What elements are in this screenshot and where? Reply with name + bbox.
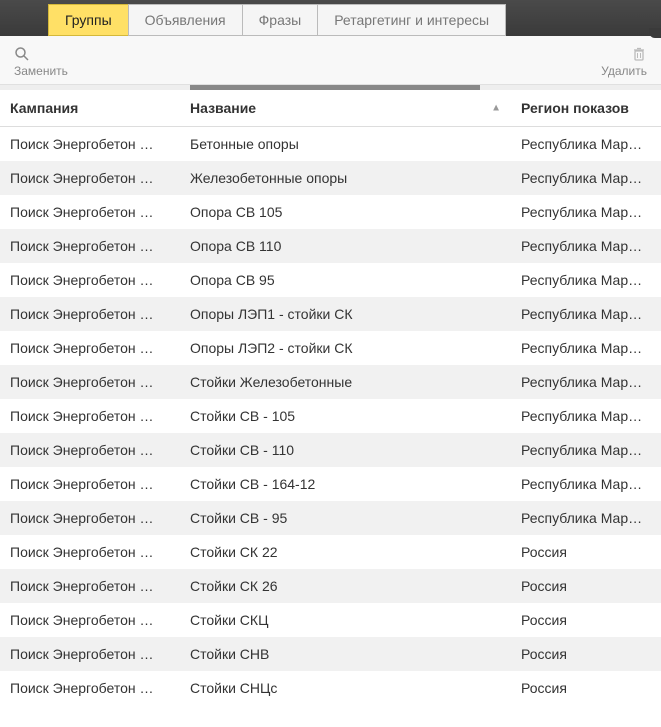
search-replace-label: Заменить [14,64,68,78]
column-header-name[interactable]: Название ▲ [180,90,511,127]
delete-label: Удалить [601,64,647,78]
tab-groups[interactable]: Группы [48,4,129,36]
toolbar: Заменить Удалить [0,36,661,85]
cell-campaign: Поиск Энергобетон … [0,467,180,501]
cell-region: Республика Мар… [511,501,661,535]
table-row[interactable]: Поиск Энергобетон …Стойки СНВРоссия [0,637,661,671]
search-replace-button[interactable]: Заменить [14,46,68,78]
cell-region: Россия [511,603,661,637]
cell-name: Стойки СВ - 105 [180,399,511,433]
cell-campaign: Поиск Энергобетон … [0,195,180,229]
cell-name: Стойки СК 26 [180,569,511,603]
table-row[interactable]: Поиск Энергобетон …Бетонные опорыРеспубл… [0,127,661,162]
cell-campaign: Поиск Энергобетон … [0,161,180,195]
column-header-name-label: Название [190,100,256,116]
cell-region: Россия [511,671,661,705]
overhang-decor [649,28,661,38]
cell-region: Республика Мар… [511,195,661,229]
cell-campaign: Поиск Энергобетон … [0,365,180,399]
cell-name: Опоры ЛЭП1 - стойки СК [180,297,511,331]
table-row[interactable]: Поиск Энергобетон …Стойки СВ - 164-12Рес… [0,467,661,501]
search-icon [14,46,30,62]
cell-region: Республика Мар… [511,365,661,399]
data-table: Кампания Название ▲ Регион показов Поиск… [0,90,661,705]
table-body: Поиск Энергобетон …Бетонные опорыРеспубл… [0,127,661,706]
cell-name: Стойки Железобетонные [180,365,511,399]
cell-region: Республика Мар… [511,467,661,501]
cell-region: Республика Мар… [511,331,661,365]
cell-campaign: Поиск Энергобетон … [0,229,180,263]
cell-name: Стойки СК 22 [180,535,511,569]
cell-campaign: Поиск Энергобетон … [0,297,180,331]
cell-name: Опора СВ 105 [180,195,511,229]
cell-name: Опора СВ 110 [180,229,511,263]
cell-name: Бетонные опоры [180,127,511,162]
cell-region: Россия [511,535,661,569]
cell-region: Республика Мар… [511,399,661,433]
cell-name: Стойки СВ - 95 [180,501,511,535]
table-row[interactable]: Поиск Энергобетон …Стойки СВ - 110Респуб… [0,433,661,467]
column-header-campaign[interactable]: Кампания [0,90,180,127]
cell-campaign: Поиск Энергобетон … [0,603,180,637]
tabs-bar: Группы Объявления Фразы Ретаргетинг и ин… [0,0,661,36]
cell-region: Россия [511,569,661,603]
table-row[interactable]: Поиск Энергобетон …Стойки СК 26Россия [0,569,661,603]
table-row[interactable]: Поиск Энергобетон …Стойки СВ - 105Респуб… [0,399,661,433]
cell-campaign: Поиск Энергобетон … [0,501,180,535]
table-row[interactable]: Поиск Энергобетон …Опоры ЛЭП2 - стойки С… [0,331,661,365]
cell-name: Стойки СВ - 110 [180,433,511,467]
cell-region: Республика Мар… [511,263,661,297]
tabs-container: Группы Объявления Фразы Ретаргетинг и ин… [48,4,661,36]
cell-name: Стойки СКЦ [180,603,511,637]
cell-name: Опора СВ 95 [180,263,511,297]
cell-name: Стойки СНВ [180,637,511,671]
column-header-region[interactable]: Регион показов [511,90,661,127]
cell-region: Республика Мар… [511,297,661,331]
cell-campaign: Поиск Энергобетон … [0,637,180,671]
delete-button[interactable]: Удалить [601,46,647,78]
cell-name: Стойки СНЦс [180,671,511,705]
tab-retargeting[interactable]: Ретаргетинг и интересы [317,4,506,36]
cell-name: Стойки СВ - 164-12 [180,467,511,501]
cell-campaign: Поиск Энергобетон … [0,399,180,433]
table-row[interactable]: Поиск Энергобетон …Стойки СК 22Россия [0,535,661,569]
trash-icon [631,46,647,62]
table-row[interactable]: Поиск Энергобетон …Опора СВ 95Республика… [0,263,661,297]
cell-name: Железобетонные опоры [180,161,511,195]
cell-campaign: Поиск Энергобетон … [0,535,180,569]
cell-campaign: Поиск Энергобетон … [0,569,180,603]
table-header-row: Кампания Название ▲ Регион показов [0,90,661,127]
tab-phrases[interactable]: Фразы [242,4,319,36]
cell-region: Республика Мар… [511,127,661,162]
cell-campaign: Поиск Энергобетон … [0,263,180,297]
cell-campaign: Поиск Энергобетон … [0,127,180,162]
cell-region: Республика Мар… [511,433,661,467]
cell-region: Республика Мар… [511,161,661,195]
table-row[interactable]: Поиск Энергобетон …Железобетонные опорыР… [0,161,661,195]
table-row[interactable]: Поиск Энергобетон …Стойки СВ - 95Республ… [0,501,661,535]
table-row[interactable]: Поиск Энергобетон …Стойки Железобетонные… [0,365,661,399]
cell-region: Республика Мар… [511,229,661,263]
table-row[interactable]: Поиск Энергобетон …Стойки СКЦРоссия [0,603,661,637]
table-row[interactable]: Поиск Энергобетон …Опоры ЛЭП1 - стойки С… [0,297,661,331]
cell-campaign: Поиск Энергобетон … [0,671,180,705]
cell-campaign: Поиск Энергобетон … [0,433,180,467]
cell-campaign: Поиск Энергобетон … [0,331,180,365]
tab-ads[interactable]: Объявления [128,4,243,36]
table-row[interactable]: Поиск Энергобетон …Опора СВ 105Республик… [0,195,661,229]
sort-asc-icon: ▲ [491,103,501,114]
table-row[interactable]: Поиск Энергобетон …Опора СВ 110Республик… [0,229,661,263]
cell-region: Россия [511,637,661,671]
table-row[interactable]: Поиск Энергобетон …Стойки СНЦсРоссия [0,671,661,705]
cell-name: Опоры ЛЭП2 - стойки СК [180,331,511,365]
